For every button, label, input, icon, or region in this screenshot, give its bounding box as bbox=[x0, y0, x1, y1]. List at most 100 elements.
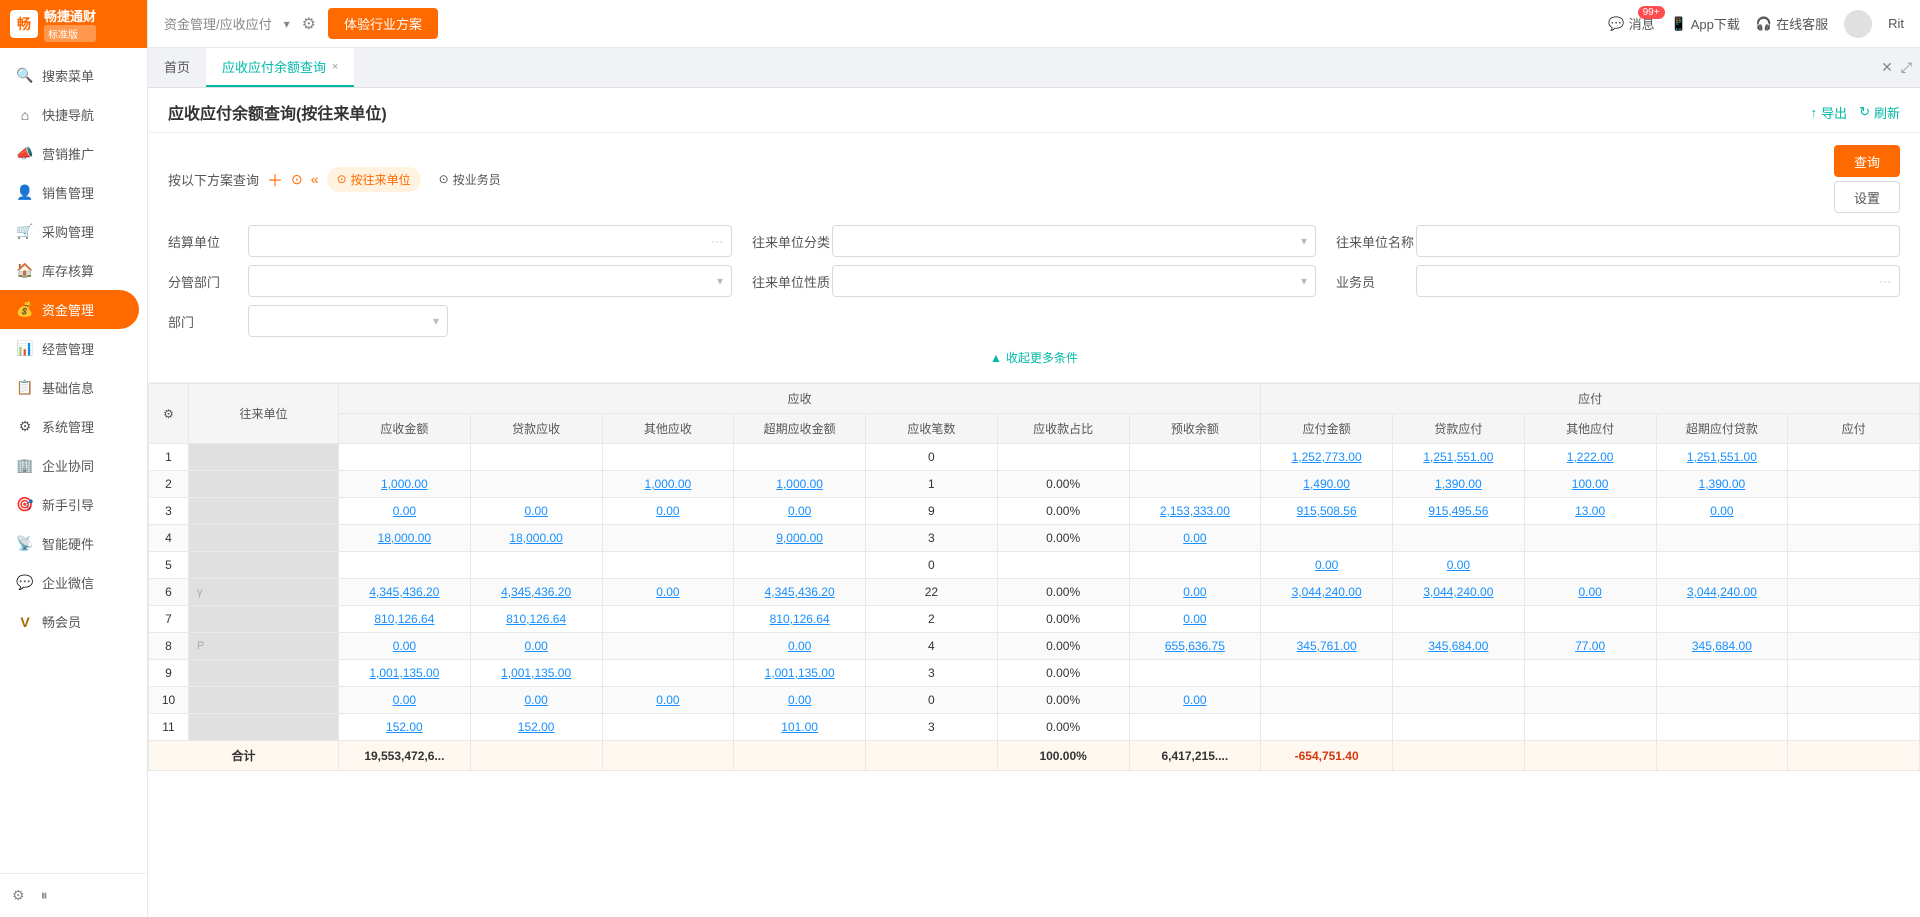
trial-button[interactable]: 体验行业方案 bbox=[328, 8, 438, 39]
header: 资金管理/应收应付 ▾ ⚙ 体验行业方案 💬 消息 99+ 📱 App下载 🎧 … bbox=[148, 0, 1920, 48]
filter-collapse-btn[interactable]: ▲ 收起更多条件 bbox=[990, 349, 1078, 366]
filter-jiesuan-label: 结算单位 bbox=[168, 232, 248, 251]
total-label: 合计 bbox=[149, 741, 339, 771]
col-header-partner: 往来单位 bbox=[189, 384, 339, 444]
filter-yewuyuan-input[interactable]: ··· bbox=[1416, 265, 1900, 297]
query-button[interactable]: 查询 bbox=[1834, 145, 1900, 177]
table-row: 101,252,773.001,251,551.001,222.001,251,… bbox=[149, 444, 1920, 471]
sidebar-item-purchase[interactable]: 🛒 采购管理 bbox=[0, 212, 147, 251]
filter-scheme-wanglai[interactable]: ⊙ 按往来单位 bbox=[327, 167, 421, 192]
col-header-settings[interactable]: ⚙ bbox=[149, 384, 189, 444]
dots-icon2: ··· bbox=[1879, 274, 1891, 288]
basic-icon: 📋 bbox=[16, 379, 34, 396]
sidebar-item-label: 资金管理 bbox=[42, 300, 94, 319]
app-download-button[interactable]: 📱 App下载 bbox=[1671, 14, 1740, 33]
sidebar-item-search[interactable]: 🔍 搜索菜单 bbox=[0, 56, 147, 95]
sidebar-item-label: 搜索菜单 bbox=[42, 66, 94, 85]
col-header-ap-other: 其他应付 bbox=[1524, 414, 1656, 444]
filter-fenguan: 分管部门 ▾ bbox=[168, 265, 732, 297]
logo-icon: 畅 bbox=[10, 10, 38, 38]
tab-close-window-btn[interactable]: ✕ bbox=[1881, 59, 1893, 76]
sidebar-item-hardware[interactable]: 📡 智能硬件 bbox=[0, 524, 147, 563]
total-ar-loan bbox=[470, 741, 602, 771]
col-header-yingshou-group: 应收 bbox=[339, 384, 1261, 414]
sidebar-item-warehouse[interactable]: 🏠 库存核算 bbox=[0, 251, 147, 290]
sidebar-item-label: 采购管理 bbox=[42, 222, 94, 241]
col-header-ar-loan: 贷款应收 bbox=[470, 414, 602, 444]
filter-scheme-collapse-btn[interactable]: « bbox=[311, 171, 319, 187]
filter-scheme-icon: ⊙ bbox=[337, 172, 347, 186]
refresh-icon: ↻ bbox=[1859, 104, 1870, 120]
sidebar-item-enterprise[interactable]: 🏢 企业协同 bbox=[0, 446, 147, 485]
user-avatar[interactable] bbox=[1844, 10, 1872, 38]
sidebar-item-finance[interactable]: 💰 资金管理 bbox=[0, 290, 139, 329]
table-container: ⚙ 往来单位 应收 应付 应收金额 贷款应收 其他应收 超期应收金额 应收笔数 … bbox=[148, 383, 1920, 771]
filter-row-3: 部门 ▾ bbox=[168, 305, 1900, 337]
filter-scheme-edit-btn[interactable]: ⊙ bbox=[291, 171, 303, 188]
filter-wanglai-mingcheng-input[interactable] bbox=[1416, 225, 1900, 257]
select-arrow-icon: ▾ bbox=[433, 314, 439, 328]
online-service-button[interactable]: 🎧 在线客服 bbox=[1756, 14, 1828, 33]
tab-ar-ap[interactable]: 应收应付余额查询 × bbox=[206, 48, 354, 87]
table-row: 7810,126.64810,126.64810,126.6420.00%0.0… bbox=[149, 606, 1920, 633]
sidebar-item-system[interactable]: ⚙ 系统管理 bbox=[0, 407, 147, 446]
export-button[interactable]: ↑ 导出 bbox=[1811, 103, 1848, 122]
sidebar-item-guide[interactable]: 🎯 新手引导 bbox=[0, 485, 147, 524]
total-ap-extra bbox=[1788, 741, 1920, 771]
filter-fenguan-select[interactable]: ▾ bbox=[248, 265, 732, 297]
tabbar: 首页 应收应付余额查询 × ✕ ⤢ bbox=[148, 48, 1920, 88]
refresh-button[interactable]: ↻ 刷新 bbox=[1859, 103, 1900, 122]
enterprise-icon: 🏢 bbox=[16, 457, 34, 474]
filter-wanglai-fenlei-select[interactable]: ▾ bbox=[832, 225, 1316, 257]
sidebar-item-member[interactable]: V 畅会员 bbox=[0, 602, 147, 641]
filter-bumen-select[interactable]: ▾ bbox=[248, 305, 448, 337]
tab-maximize-btn[interactable]: ⤢ bbox=[1901, 59, 1912, 76]
filter-jiesuan-input[interactable]: ··· bbox=[248, 225, 732, 257]
sidebar-item-label: 经营管理 bbox=[42, 339, 94, 358]
chevron-down-icon[interactable]: ▾ bbox=[284, 17, 290, 31]
sidebar-item-label: 畅会员 bbox=[42, 612, 81, 631]
tab-home[interactable]: 首页 bbox=[148, 48, 206, 87]
sidebar-item-label: 新手引导 bbox=[42, 495, 94, 514]
page-actions: ↑ 导出 ↻ 刷新 bbox=[1811, 103, 1900, 122]
filter-wanglai-xingzhi-select[interactable]: ▾ bbox=[832, 265, 1316, 297]
sidebar-item-basic[interactable]: 📋 基础信息 bbox=[0, 368, 147, 407]
sidebar-item-quick-nav[interactable]: ⌂ 快捷导航 bbox=[0, 95, 147, 134]
page-title-bar: 应收应付余额查询(按往来单位) ↑ 导出 ↻ 刷新 bbox=[148, 88, 1920, 133]
table-row: 30.000.000.000.0090.00%2,153,333.00915,5… bbox=[149, 498, 1920, 525]
select-arrow-icon: ▾ bbox=[1301, 234, 1307, 248]
search-icon: 🔍 bbox=[16, 67, 34, 84]
sidebar-settings-btn[interactable]: ⚙ bbox=[12, 887, 25, 904]
sidebar-item-wechat[interactable]: 💬 企业微信 bbox=[0, 563, 147, 602]
filter-button-group: 查询 设置 bbox=[1834, 145, 1900, 213]
page-title: 应收应付余额查询(按往来单位) bbox=[168, 100, 387, 124]
table-settings-icon[interactable]: ⚙ bbox=[163, 407, 174, 421]
sidebar-item-operation[interactable]: 📊 经营管理 bbox=[0, 329, 147, 368]
sidebar-item-label: 快捷导航 bbox=[42, 105, 94, 124]
tab-spacer bbox=[354, 48, 1873, 87]
sidebar-item-marketing[interactable]: 📣 营销推广 bbox=[0, 134, 147, 173]
tab-close-icon[interactable]: × bbox=[332, 61, 338, 73]
filter-collapse: ▲ 收起更多条件 bbox=[168, 345, 1900, 370]
settings-button[interactable]: 设置 bbox=[1834, 181, 1900, 213]
col-header-ar-prepay: 预收余额 bbox=[1129, 414, 1261, 444]
main-content: 应收应付余额查询(按往来单位) ↑ 导出 ↻ 刷新 按以下方案查询 ＋ ⊙ « bbox=[148, 88, 1920, 917]
marketing-icon: 📣 bbox=[16, 145, 34, 162]
header-gear-icon[interactable]: ⚙ bbox=[302, 14, 316, 34]
sidebar-item-sales[interactable]: 👤 销售管理 bbox=[0, 173, 147, 212]
sidebar-footer: ⚙ ⏸ bbox=[0, 873, 147, 917]
message-button[interactable]: 💬 消息 99+ bbox=[1608, 14, 1654, 33]
col-header-ar-amount: 应收金额 bbox=[339, 414, 471, 444]
filter-scheme-add-btn[interactable]: ＋ bbox=[267, 167, 283, 191]
total-ar-ratio: 100.00% bbox=[997, 741, 1129, 771]
filter-bumen-label: 部门 bbox=[168, 312, 248, 331]
col-header-ar-ratio: 应收款占比 bbox=[997, 414, 1129, 444]
export-label: 导出 bbox=[1821, 103, 1847, 122]
filter-scheme-yewuyuan[interactable]: ⊙ 按业务员 bbox=[429, 167, 511, 192]
sidebar-collapse-btn[interactable]: ⏸ bbox=[41, 887, 48, 904]
username-label[interactable]: Rit bbox=[1888, 16, 1904, 31]
total-ap-overdue bbox=[1656, 741, 1788, 771]
filter-row-1: 结算单位 ··· 往来单位分类 ▾ 往来单位名称 bbox=[168, 225, 1900, 257]
total-ar-count bbox=[866, 741, 998, 771]
message-badge: 99+ bbox=[1638, 6, 1665, 19]
